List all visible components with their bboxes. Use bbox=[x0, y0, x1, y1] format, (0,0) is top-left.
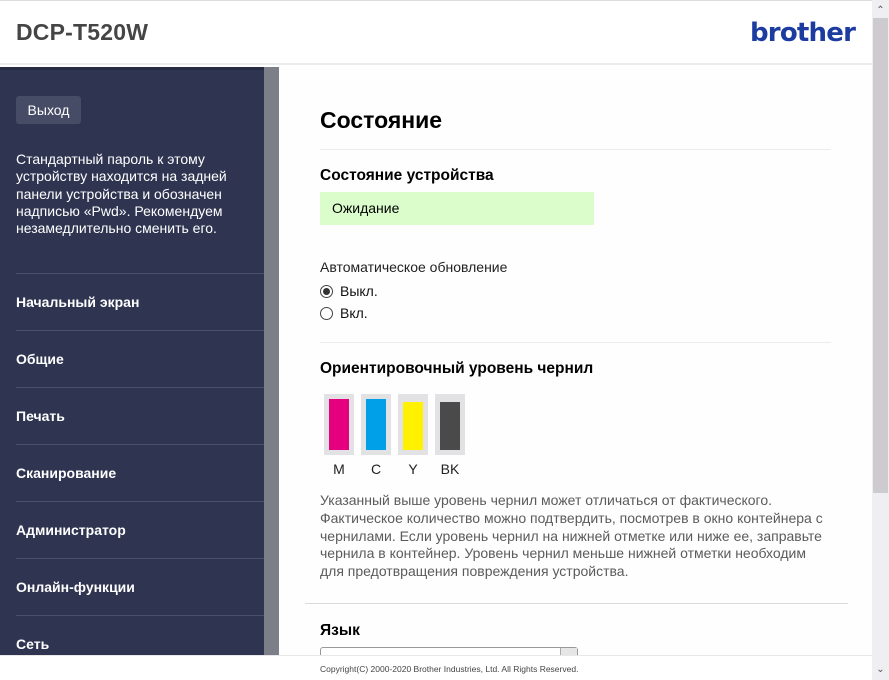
sidebar-top-strip bbox=[0, 67, 279, 70]
copyright: Copyright(C) 2000-2020 Brother Industrie… bbox=[320, 664, 579, 674]
ink-tank-magenta: M bbox=[324, 394, 354, 477]
main-content: Состояние Состояние устройства Ожидание … bbox=[279, 67, 872, 655]
sidebar-item-general[interactable]: Общие bbox=[16, 330, 264, 387]
language-select[interactable] bbox=[320, 647, 578, 655]
ink-label: Y bbox=[408, 461, 418, 477]
header: DCP-T520W brother bbox=[0, 1, 872, 65]
chevron-down-icon[interactable] bbox=[560, 648, 577, 655]
ink-tank-frame bbox=[361, 394, 391, 455]
ink-level-heading: Ориентировочный уровень чернил bbox=[320, 360, 594, 377]
ink-label: C bbox=[370, 461, 382, 477]
ink-fill-magenta bbox=[329, 399, 349, 450]
radio-label-on: Вкл. bbox=[340, 305, 368, 321]
ink-fill-yellow bbox=[403, 402, 423, 450]
sidebar-item-home[interactable]: Начальный экран bbox=[16, 273, 264, 330]
ink-tank-frame bbox=[324, 394, 354, 455]
sidebar-item-scan[interactable]: Сканирование bbox=[16, 444, 264, 501]
scroll-up-icon[interactable]: ⌃ bbox=[872, 2, 889, 19]
scroll-down-icon[interactable]: ⌄ bbox=[872, 661, 889, 678]
model-name: DCP-T520W bbox=[16, 19, 149, 45]
divider bbox=[305, 603, 848, 604]
radio-checked-icon[interactable] bbox=[320, 284, 333, 298]
ink-fill-black bbox=[440, 402, 460, 450]
device-status-heading: Состояние устройства bbox=[320, 167, 494, 184]
footer: Copyright(C) 2000-2020 Brother Industrie… bbox=[0, 655, 872, 680]
ink-levels: M C Y BK bbox=[324, 394, 472, 477]
ink-fill-cyan bbox=[366, 399, 386, 450]
radio-unchecked-icon[interactable] bbox=[320, 306, 333, 320]
password-note: Стандартный пароль к этому устройству на… bbox=[16, 151, 227, 237]
scrollbar-thumb[interactable] bbox=[873, 18, 888, 493]
sidebar-item-administrator[interactable]: Администратор bbox=[16, 501, 264, 558]
divider bbox=[320, 342, 831, 343]
sidebar-scrollbar[interactable] bbox=[264, 67, 279, 655]
ink-tank-cyan: C bbox=[361, 394, 391, 477]
sidebar-nav: Начальный экран Общие Печать Сканировани… bbox=[16, 273, 264, 672]
divider bbox=[320, 149, 831, 150]
sidebar-item-online-functions[interactable]: Онлайн-функции bbox=[16, 558, 264, 615]
ink-tank-frame bbox=[398, 394, 428, 455]
auto-refresh-off-radio[interactable]: Выкл. bbox=[320, 283, 378, 299]
logout-button[interactable]: Выход bbox=[16, 96, 81, 124]
page-title: Состояние bbox=[320, 107, 443, 133]
ink-tank-yellow: Y bbox=[398, 394, 428, 477]
sidebar-item-print[interactable]: Печать bbox=[16, 387, 264, 444]
auto-refresh-on-radio[interactable]: Вкл. bbox=[320, 305, 368, 321]
auto-refresh-label: Автоматическое обновление bbox=[320, 259, 508, 275]
ink-tank-frame bbox=[435, 394, 465, 455]
device-status-badge: Ожидание bbox=[320, 192, 594, 225]
ink-level-note: Указанный выше уровень чернил может отли… bbox=[320, 492, 823, 580]
radio-label-off: Выкл. bbox=[340, 283, 378, 299]
language-heading: Язык bbox=[320, 622, 360, 639]
page-scrollbar[interactable]: ⌃ ⌄ bbox=[872, 0, 889, 680]
brother-logo[interactable]: brother bbox=[750, 18, 856, 48]
ink-label: BK bbox=[440, 461, 460, 477]
ink-tank-black: BK bbox=[435, 394, 465, 477]
ink-label: M bbox=[333, 461, 345, 477]
